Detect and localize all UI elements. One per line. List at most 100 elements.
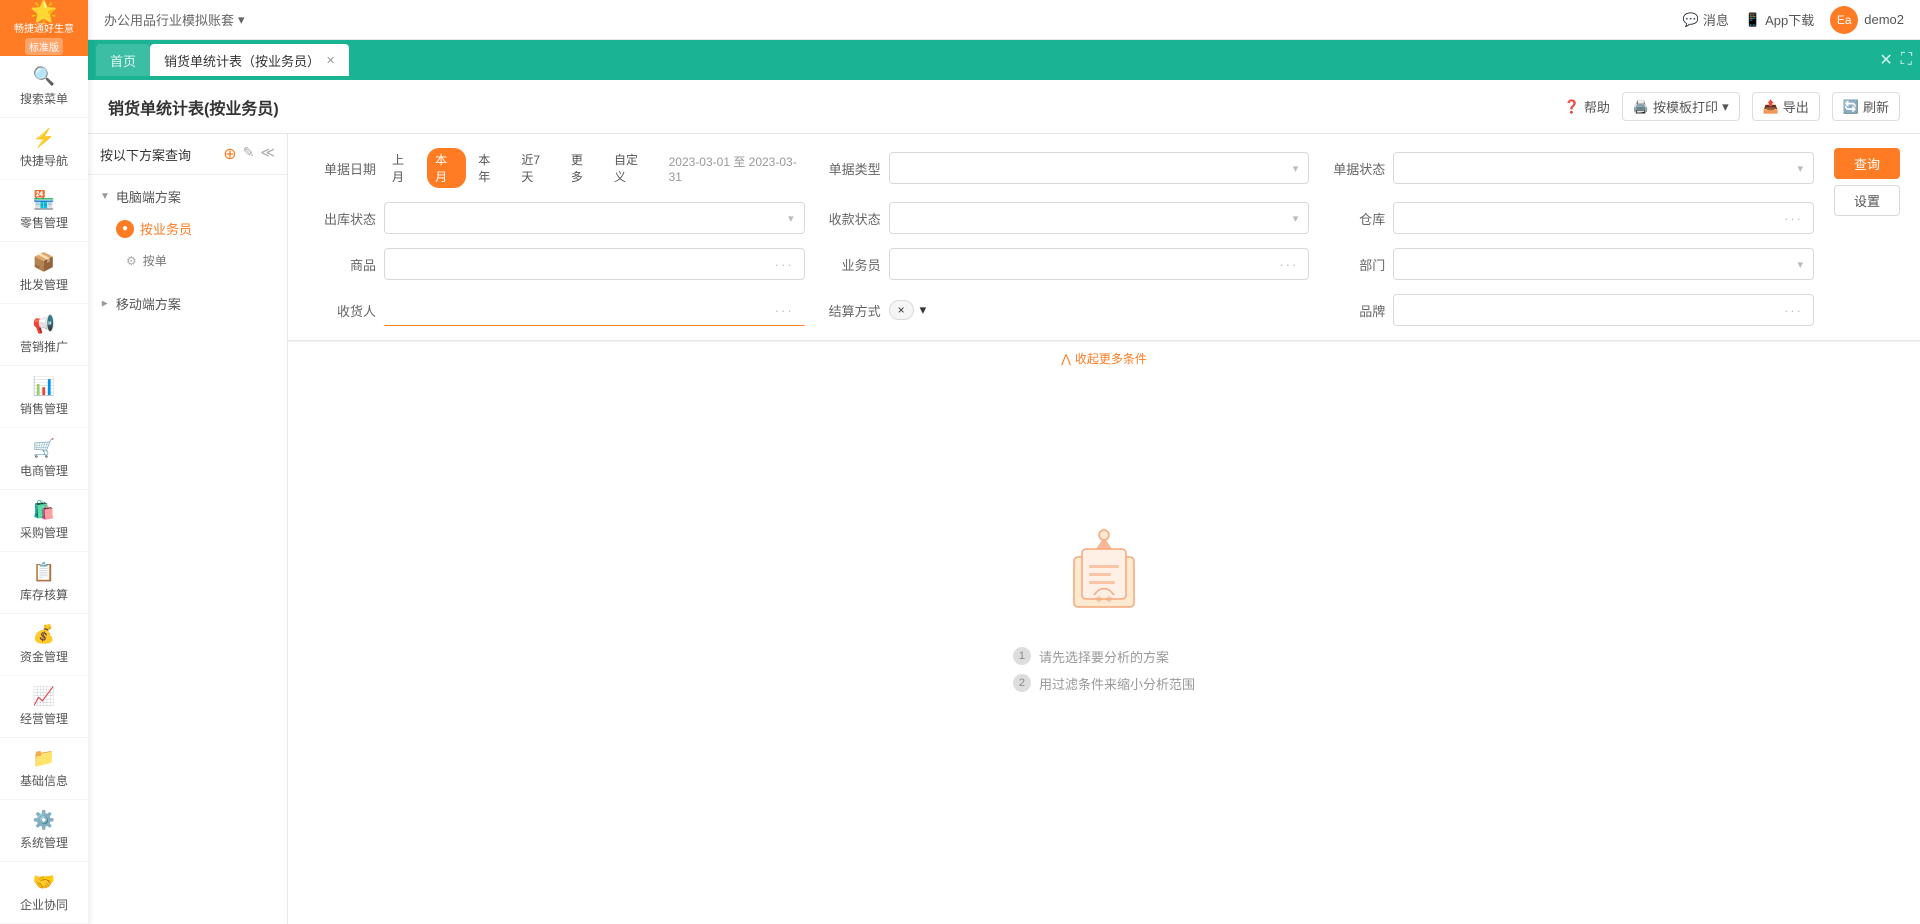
add-scheme-button[interactable]: ⊕ [223,144,236,164]
empty-tips: 1 请先选择要分析的方案 2 用过滤条件来缩小分析范围 [1013,647,1195,693]
date-tab-more[interactable]: 更多 [563,148,602,188]
collapse-button[interactable]: ⋀ 收起更多条件 [288,341,1920,375]
tab-maximize[interactable]: ⛶ [1901,51,1912,69]
brand-select[interactable]: ··· [1393,294,1814,326]
chevron-down-icon: ▾ [238,12,245,28]
sidebar-item-label: 电商管理 [20,462,68,479]
help-button[interactable]: ❓ 帮助 [1564,97,1610,116]
filter-row-3: 商品 ··· 业务员 ··· [308,248,1814,280]
page-actions: ❓ 帮助 🖨️ 按模板打印 ▾ 📤 导出 🔄 刷新 [1564,92,1900,133]
marketing-icon: 📢 [33,314,55,335]
scheme-item-by-order[interactable]: ⚙ 按单 [88,245,287,276]
ecommerce-icon: 🛒 [33,438,55,459]
date-tab-custom[interactable]: 自定义 [606,148,657,188]
sidebar-item-enterprise[interactable]: 🤝 企业协同 [0,862,88,924]
scheme-group-desktop-title[interactable]: ▼ 电脑端方案 [88,181,287,212]
receiver-filter[interactable]: ··· [384,294,805,326]
tab-close-window[interactable]: ✕ [1879,50,1892,70]
message-button[interactable]: 💬 消息 [1683,10,1729,29]
sidebar-item-retail[interactable]: 🏪 零售管理 [0,180,88,242]
sidebar-item-label: 经营管理 [20,710,68,727]
main-content: 办公用品行业模拟账套 ▾ 💬 消息 📱 App下载 Ea demo2 首页 销货… [88,0,1920,924]
edit-scheme-button[interactable]: ✎ [243,144,255,164]
salesperson-filter[interactable]: ··· [889,248,1310,280]
filter-row-4: 收货人 ··· 结算方式 × [308,294,1814,326]
order-type-select[interactable]: ▾ [889,152,1310,184]
date-tab-last-7-days[interactable]: 近7天 [513,148,559,188]
department-filter[interactable]: ▾ [1393,248,1814,280]
sidebar-item-search[interactable]: 🔍 搜索菜单 [0,56,88,118]
payment-filter[interactable]: ▾ [889,202,1310,234]
chevron-down-icon: ▾ [1797,162,1803,175]
goods-select[interactable]: ··· [384,248,805,280]
logo-text: 畅捷通好生意 [14,23,74,36]
warehouse-select[interactable]: ··· [1393,202,1814,234]
sidebar-item-inventory[interactable]: 📋 库存核算 [0,552,88,614]
sidebar-item-sales[interactable]: 📊 销售管理 [0,366,88,428]
department-select[interactable]: ▾ [1393,248,1814,280]
receiver-select[interactable]: ··· [384,294,805,326]
tab-close-button[interactable]: ✕ [326,54,335,67]
sidebar-item-label: 库存核算 [20,586,68,603]
refresh-button[interactable]: 🔄 刷新 [1832,92,1900,121]
sidebar-item-quick-nav[interactable]: ⚡ 快捷导航 [0,118,88,180]
order-status-select[interactable]: ▾ [1393,152,1814,184]
tip-num-2: 2 [1013,674,1031,692]
outbound-select[interactable]: ▾ [384,202,805,234]
query-button[interactable]: 查询 [1834,148,1900,179]
date-tab-last-month[interactable]: 上月 [384,148,423,188]
app-download-button[interactable]: 📱 App下载 [1745,10,1814,29]
warehouse-filter[interactable]: ··· [1393,202,1814,234]
sidebar-item-label: 销售管理 [20,400,68,417]
user-menu[interactable]: Ea demo2 [1830,6,1904,34]
settlement-value: × [898,303,905,317]
scheme-item-by-salesperson[interactable]: ● 按业务员 [88,212,287,245]
date-tabs: 上月 本月 本年 近7天 更多 自定义 2023-03-01 至 2023-03… [384,148,805,188]
tip-num-1: 1 [1013,647,1031,665]
date-label: 单据日期 [308,159,376,178]
logo-tag: 标准版 [25,38,63,55]
order-status-filter[interactable]: ▾ [1393,152,1814,184]
sidebar-item-system[interactable]: ⚙️ 系统管理 [0,800,88,862]
system-icon: ⚙️ [33,810,55,831]
outbound-label: 出库状态 [308,209,376,228]
sidebar-item-basic[interactable]: 📁 基础信息 [0,738,88,800]
logo-icon: 🌟 [30,1,57,23]
tip-text-1: 请先选择要分析的方案 [1039,647,1169,666]
page-title: 销货单统计表(按业务员) [108,95,279,131]
collapse-panel-button[interactable]: ≪ [260,144,275,164]
dots-icon: ··· [775,303,794,318]
sidebar-item-finance[interactable]: 💰 资金管理 [0,614,88,676]
scheme-group-desktop: ▼ 电脑端方案 ● 按业务员 ⚙ 按单 [88,175,287,282]
sidebar: 🌟 畅捷通好生意 标准版 🔍 搜索菜单 ⚡ 快捷导航 🏪 零售管理 📦 批发管理… [0,0,88,924]
search-icon: 🔍 [33,66,55,87]
order-type-filter[interactable]: ▾ [889,152,1310,184]
print-button[interactable]: 🖨️ 按模板打印 ▾ [1622,92,1740,121]
account-dropdown[interactable]: 办公用品行业模拟账套 ▾ [104,10,245,29]
setting-button[interactable]: 设置 [1834,185,1900,216]
help-icon: ❓ [1564,99,1580,115]
tab-sales-report[interactable]: 销货单统计表（按业务员） ✕ [150,44,349,76]
settlement-filter[interactable]: × ▾ [889,300,1310,320]
sales-icon: 📊 [33,376,55,397]
salesperson-select[interactable]: ··· [889,248,1310,280]
tab-home[interactable]: 首页 [96,44,150,76]
department-label: 部门 [1317,255,1385,274]
group-expand-icon: ▼ [99,299,110,309]
export-button[interactable]: 📤 导出 [1752,92,1820,121]
brand-filter[interactable]: ··· [1393,294,1814,326]
sidebar-item-operation[interactable]: 📈 经营管理 [0,676,88,738]
sidebar-item-marketing[interactable]: 📢 营销推广 [0,304,88,366]
date-tab-this-year[interactable]: 本年 [470,148,509,188]
date-tab-this-month[interactable]: 本月 [427,148,466,188]
mobile-icon: 📱 [1745,12,1761,28]
sidebar-item-ecommerce[interactable]: 🛒 电商管理 [0,428,88,490]
scheme-group-mobile-title[interactable]: ▼ 移动端方案 [88,288,287,319]
settlement-tag[interactable]: × [889,300,914,320]
topbar-right: 💬 消息 📱 App下载 Ea demo2 [1683,6,1904,34]
payment-select[interactable]: ▾ [889,202,1310,234]
sidebar-item-purchase[interactable]: 🛍️ 采购管理 [0,490,88,552]
outbound-filter[interactable]: ▾ [384,202,805,234]
sidebar-item-wholesale[interactable]: 📦 批发管理 [0,242,88,304]
goods-filter[interactable]: ··· [384,248,805,280]
